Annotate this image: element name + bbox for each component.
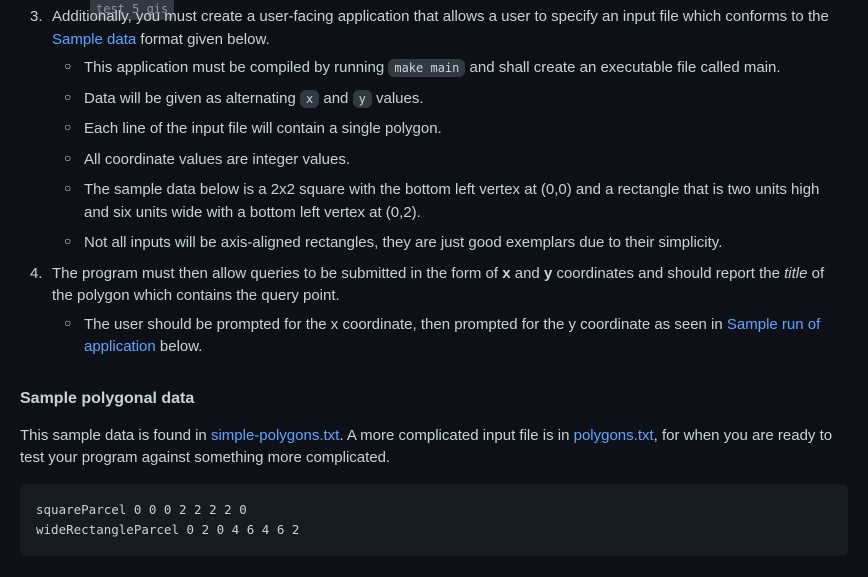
list-item-3: Additionally, you must create a user-fac…	[52, 6, 848, 255]
item3-sub1-b: and shall create an executable file call…	[465, 59, 780, 76]
sample-data-heading: Sample polygonal data	[20, 387, 848, 411]
item3-sub1: This application must be compiled by run…	[84, 57, 848, 80]
y-code: y	[353, 90, 372, 108]
item3-sub6: Not all inputs will be axis-aligned rect…	[84, 232, 848, 255]
item4-text-mid: and	[511, 265, 544, 282]
bold-x: x	[502, 265, 510, 282]
item3-sub4: All coordinate values are integer values…	[84, 149, 848, 172]
document-body: Additionally, you must create a user-fac…	[0, 0, 868, 576]
item3-text-a: Additionally, you must create a user-fac…	[52, 8, 829, 25]
item4-text-b: coordinates and should report the	[552, 265, 784, 282]
item4-text-a: The program must then allow queries to b…	[52, 265, 502, 282]
list-item-4: The program must then allow queries to b…	[52, 263, 848, 359]
para-b: . A more complicated input file is in	[339, 427, 573, 444]
item3-sub2-b: values.	[372, 90, 424, 107]
x-code: x	[300, 90, 319, 108]
title-italic: title	[784, 265, 807, 282]
item3-sub2: Data will be given as alternating x and …	[84, 88, 848, 111]
para-a: This sample data is found in	[20, 427, 211, 444]
sample-data-code-block: squareParcel 0 0 0 2 2 2 2 0 wideRectang…	[20, 484, 848, 556]
item4-sub1-b: below.	[156, 338, 203, 355]
item4-sub1-a: The user should be prompted for the x co…	[84, 316, 727, 333]
item3-sub2-mid: and	[319, 90, 352, 107]
item3-sub2-a: Data will be given as alternating	[84, 90, 300, 107]
item4-sub1: The user should be prompted for the x co…	[84, 314, 848, 359]
make-main-code: make main	[388, 59, 465, 77]
item3-sub3: Each line of the input file will contain…	[84, 118, 848, 141]
item3-sub1-a: This application must be compiled by run…	[84, 59, 388, 76]
polygons-link[interactable]: polygons.txt	[574, 427, 654, 444]
item3-sub5: The sample data below is a 2x2 square wi…	[84, 179, 848, 224]
simple-polygons-link[interactable]: simple-polygons.txt	[211, 427, 339, 444]
sample-data-paragraph: This sample data is found in simple-poly…	[20, 425, 848, 470]
item3-sublist: This application must be compiled by run…	[52, 57, 848, 255]
sample-data-link[interactable]: Sample data	[52, 31, 136, 48]
item3-text-b: format given below.	[136, 31, 269, 48]
item4-sublist: The user should be prompted for the x co…	[52, 314, 848, 359]
main-ordered-list: Additionally, you must create a user-fac…	[20, 6, 848, 359]
